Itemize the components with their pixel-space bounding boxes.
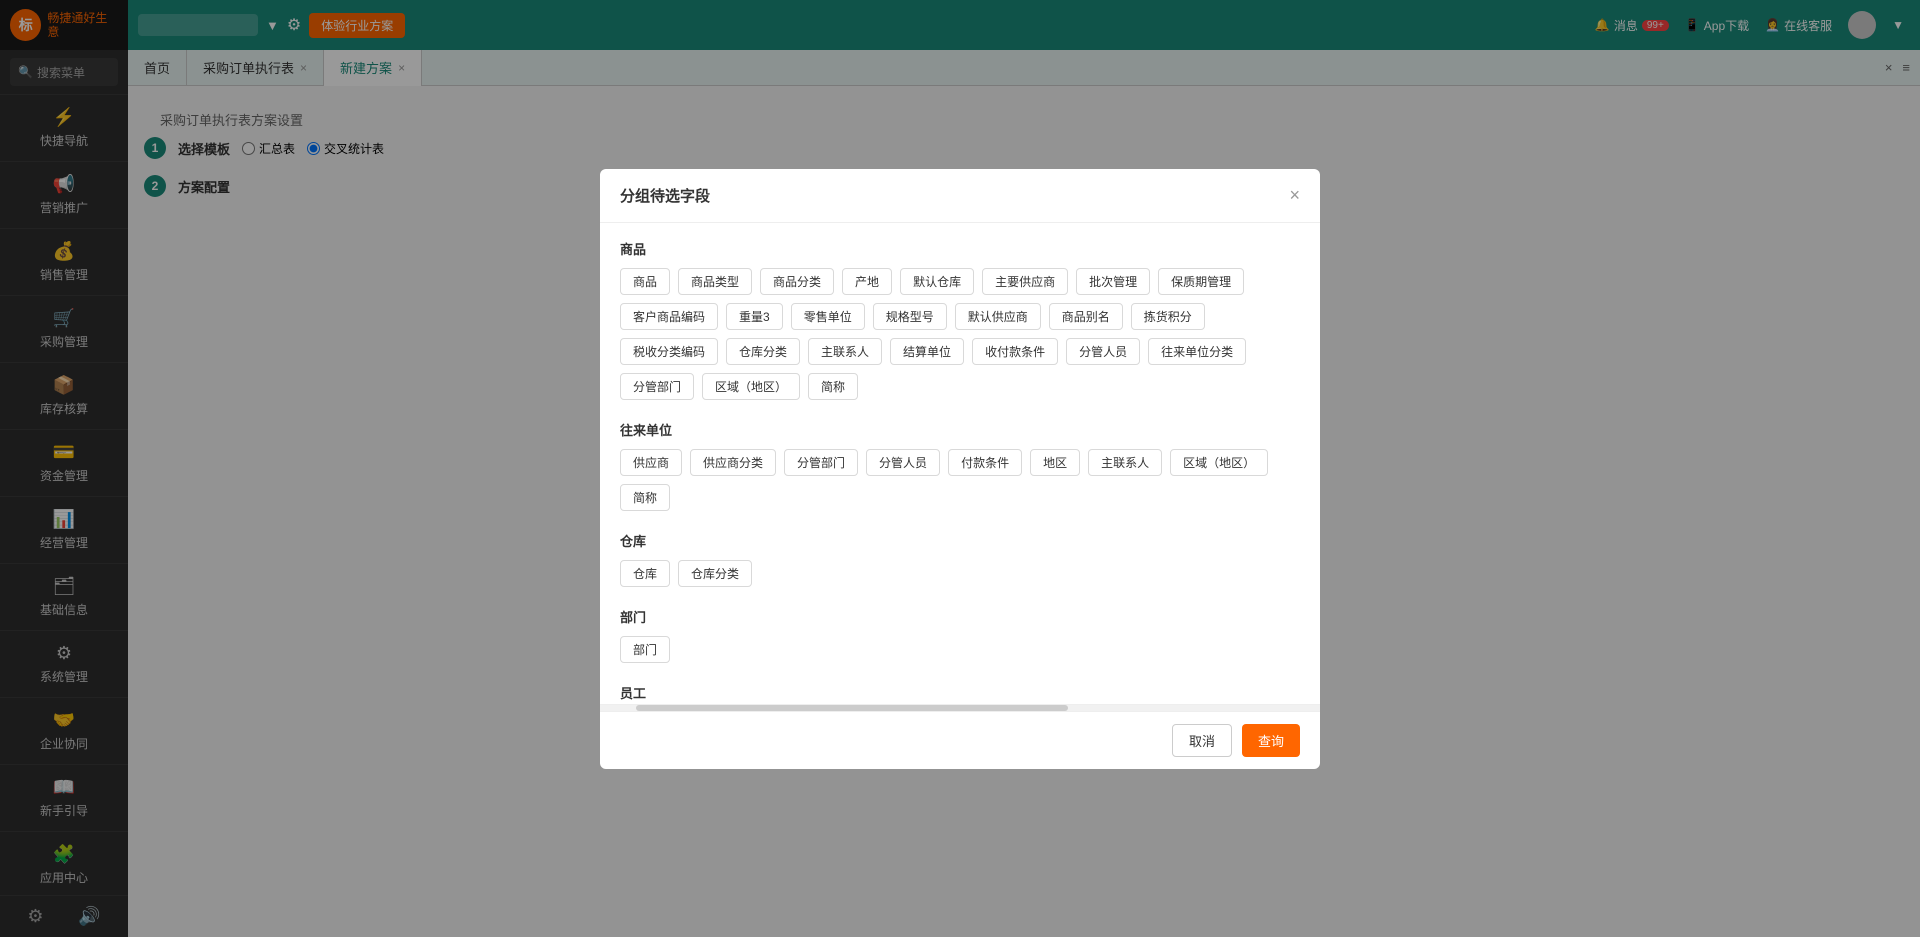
warehouse-section: 仓库 仓库 仓库分类 — [620, 531, 1300, 587]
field-tag-goods-name[interactable]: 商品 — [620, 268, 670, 295]
modal-cancel-button[interactable]: 取消 — [1172, 724, 1232, 757]
field-tag-region-area[interactable]: 区域（地区） — [1170, 449, 1268, 476]
field-select-modal: 分组待选字段 × 商品 商品 商品类型 商品分类 产地 默认仓库 主要供应商 批… — [600, 169, 1320, 769]
department-section-title: 部门 — [620, 607, 1300, 626]
field-tag-default-supplier[interactable]: 默认供应商 — [955, 303, 1041, 330]
field-tag-manager[interactable]: 分管人员 — [1066, 338, 1140, 365]
field-tag-managing-dept[interactable]: 分管部门 — [620, 373, 694, 400]
field-tag-payment-terms[interactable]: 收付款条件 — [972, 338, 1058, 365]
field-tag-dept[interactable]: 分管部门 — [784, 449, 858, 476]
field-tag-wh[interactable]: 仓库 — [620, 560, 670, 587]
field-tag-expiry-mgmt[interactable]: 保质期管理 — [1158, 268, 1244, 295]
department-section: 部门 部门 — [620, 607, 1300, 663]
field-tag-main-supplier[interactable]: 主要供应商 — [982, 268, 1068, 295]
field-tag-warehouse-category[interactable]: 仓库分类 — [726, 338, 800, 365]
modal-close-button[interactable]: × — [1289, 185, 1300, 206]
field-tag-source-unit-category[interactable]: 往来单位分类 — [1148, 338, 1246, 365]
warehouse-fields: 仓库 仓库分类 — [620, 560, 1300, 587]
counterparty-section: 往来单位 供应商 供应商分类 分管部门 分管人员 付款条件 地区 主联系人 区域… — [620, 420, 1300, 511]
field-tag-retail-unit[interactable]: 零售单位 — [791, 303, 865, 330]
field-tag-supplier[interactable]: 供应商 — [620, 449, 682, 476]
field-tag-customer-goods-code[interactable]: 客户商品编码 — [620, 303, 718, 330]
field-tag-spec-model[interactable]: 规格型号 — [873, 303, 947, 330]
modal-footer: 取消 查询 — [600, 711, 1320, 769]
field-tag-batch-mgmt[interactable]: 批次管理 — [1076, 268, 1150, 295]
goods-section: 商品 商品 商品类型 商品分类 产地 默认仓库 主要供应商 批次管理 保质期管理… — [620, 239, 1300, 400]
field-tag-supplier-category[interactable]: 供应商分类 — [690, 449, 776, 476]
field-tag-dep[interactable]: 部门 — [620, 636, 670, 663]
modal-body: 商品 商品 商品类型 商品分类 产地 默认仓库 主要供应商 批次管理 保质期管理… — [600, 223, 1320, 704]
field-tag-goods-category[interactable]: 商品分类 — [760, 268, 834, 295]
field-tag-main-contact[interactable]: 主联系人 — [808, 338, 882, 365]
field-tag-goods-type[interactable]: 商品类型 — [678, 268, 752, 295]
department-fields: 部门 — [620, 636, 1300, 663]
field-tag-main-contact2[interactable]: 主联系人 — [1088, 449, 1162, 476]
field-tag-wh-category[interactable]: 仓库分类 — [678, 560, 752, 587]
goods-section-title: 商品 — [620, 239, 1300, 258]
field-tag-region2[interactable]: 地区 — [1030, 449, 1080, 476]
modal-horizontal-scrollbar[interactable] — [600, 704, 1320, 711]
modal-confirm-button[interactable]: 查询 — [1242, 724, 1300, 757]
field-tag-tax-category-code[interactable]: 税收分类编码 — [620, 338, 718, 365]
goods-fields: 商品 商品类型 商品分类 产地 默认仓库 主要供应商 批次管理 保质期管理 客户… — [620, 268, 1300, 400]
warehouse-section-title: 仓库 — [620, 531, 1300, 550]
field-tag-goods-alias[interactable]: 商品别名 — [1049, 303, 1123, 330]
field-tag-abbreviation[interactable]: 简称 — [808, 373, 858, 400]
field-tag-abbreviation2[interactable]: 简称 — [620, 484, 670, 511]
modal-overlay: 分组待选字段 × 商品 商品 商品类型 商品分类 产地 默认仓库 主要供应商 批… — [0, 0, 1920, 937]
field-tag-purchase-points[interactable]: 拣货积分 — [1131, 303, 1205, 330]
modal-header: 分组待选字段 × — [600, 169, 1320, 223]
staff-section: 员工 业务员 — [620, 683, 1300, 704]
field-tag-dept-person[interactable]: 分管人员 — [866, 449, 940, 476]
field-tag-settlement-unit[interactable]: 结算单位 — [890, 338, 964, 365]
modal-title: 分组待选字段 — [620, 185, 710, 206]
field-tag-weight3[interactable]: 重量3 — [726, 303, 783, 330]
field-tag-region[interactable]: 区域（地区） — [702, 373, 800, 400]
field-tag-origin[interactable]: 产地 — [842, 268, 892, 295]
field-tag-payment-condition[interactable]: 付款条件 — [948, 449, 1022, 476]
field-tag-default-warehouse[interactable]: 默认仓库 — [900, 268, 974, 295]
staff-section-title: 员工 — [620, 683, 1300, 702]
counterparty-section-title: 往来单位 — [620, 420, 1300, 439]
counterparty-fields: 供应商 供应商分类 分管部门 分管人员 付款条件 地区 主联系人 区域（地区） … — [620, 449, 1300, 511]
